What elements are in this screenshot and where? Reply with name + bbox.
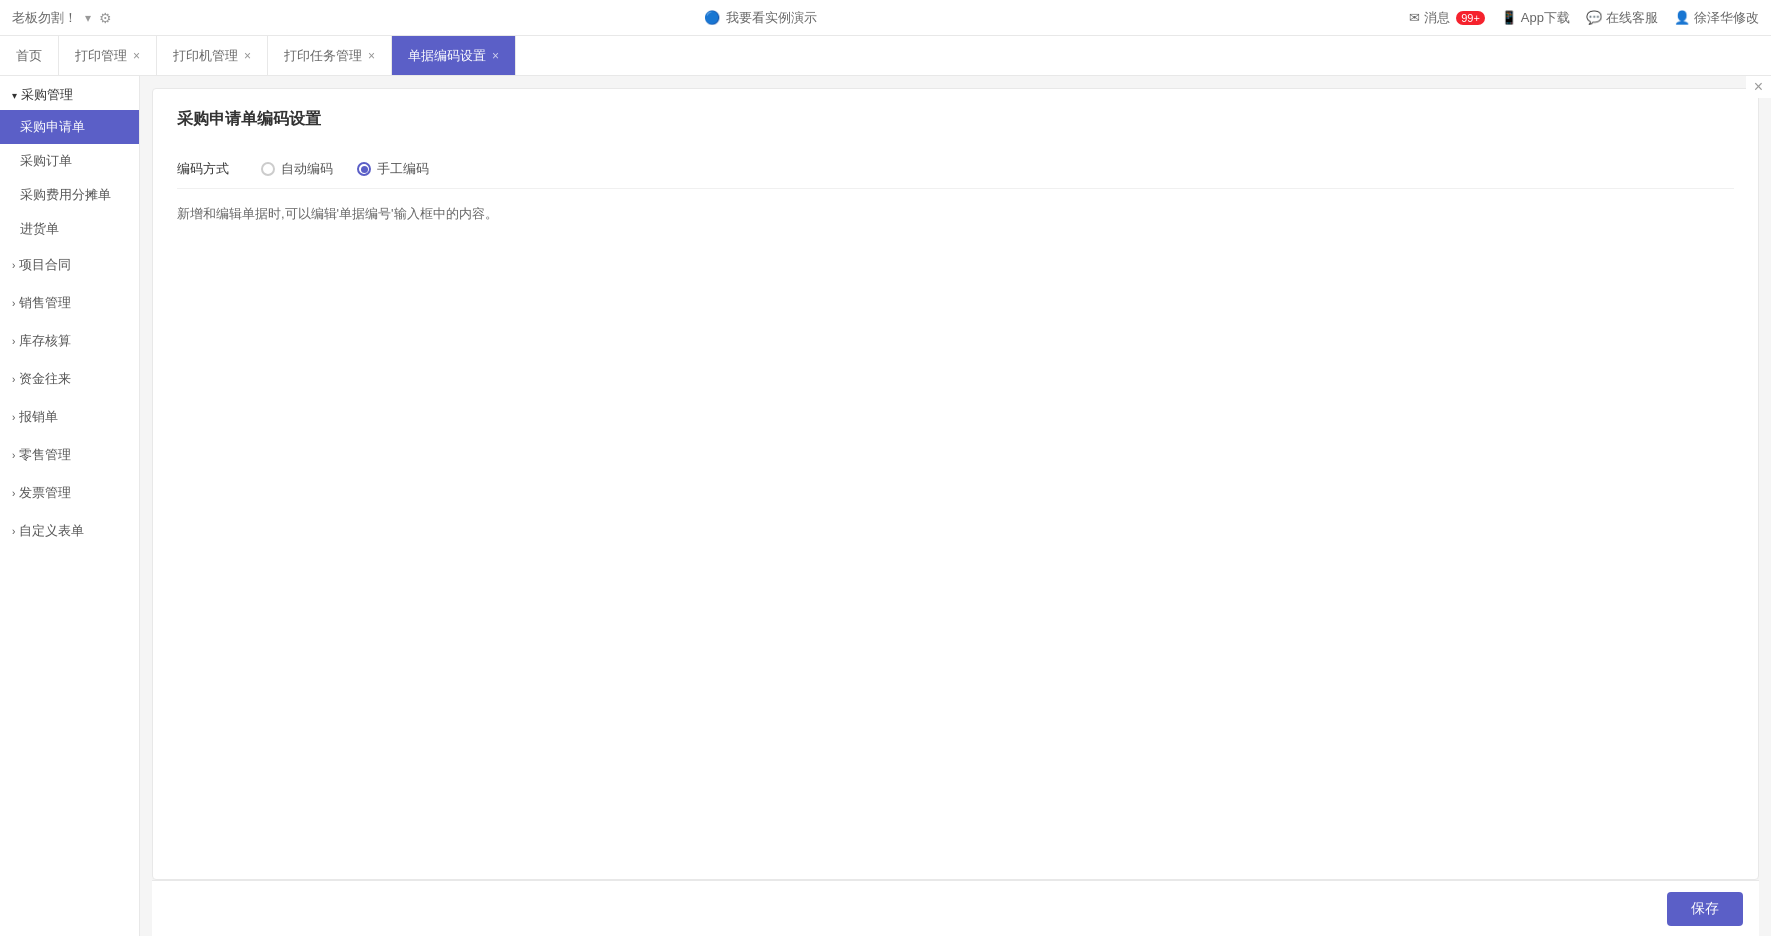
app-label: App下载 bbox=[1521, 9, 1570, 27]
page-title: 采购申请单编码设置 bbox=[177, 109, 1734, 130]
chevron-right-icon-capital: › bbox=[12, 374, 15, 385]
sidebar-group-custom-form[interactable]: › 自定义表单 bbox=[0, 512, 139, 550]
service-label: 在线客服 bbox=[1606, 9, 1658, 27]
sidebar-group-retail-label: 零售管理 bbox=[19, 446, 71, 464]
sidebar-group-purchase-label: 采购管理 bbox=[21, 86, 73, 104]
message-button[interactable]: ✉ 消息 99+ bbox=[1409, 9, 1485, 27]
sidebar-group-capital-label: 资金往来 bbox=[19, 370, 71, 388]
tab-home-label: 首页 bbox=[16, 47, 42, 65]
radio-auto-encoding[interactable]: 自动编码 bbox=[261, 160, 333, 178]
tab-print-management-label: 打印管理 bbox=[75, 47, 127, 65]
footer-bar: 保存 bbox=[152, 880, 1759, 936]
radio-manual-encoding[interactable]: 手工编码 bbox=[357, 160, 429, 178]
radio-auto-circle bbox=[261, 162, 275, 176]
username-label: 徐泽华修改 bbox=[1694, 9, 1759, 27]
sidebar-group-expense[interactable]: › 报销单 bbox=[0, 398, 139, 436]
dropdown-icon[interactable]: ▾ bbox=[85, 11, 91, 25]
sidebar-item-purchase-receipt-label: 进货单 bbox=[20, 220, 59, 238]
sidebar-item-purchase-request-label: 采购申请单 bbox=[20, 118, 85, 136]
sidebar-group-purchase-title[interactable]: ▾ 采购管理 bbox=[0, 76, 139, 110]
chevron-right-icon-sales: › bbox=[12, 298, 15, 309]
user-profile-button[interactable]: 👤 徐泽华修改 bbox=[1674, 9, 1759, 27]
tab-printer-management-close[interactable]: × bbox=[244, 49, 251, 63]
sidebar-group-expense-label: 报销单 bbox=[19, 408, 58, 426]
sidebar-group-retail[interactable]: › 零售管理 bbox=[0, 436, 139, 474]
online-service-button[interactable]: 💬 在线客服 bbox=[1586, 9, 1658, 27]
hint-text: 新增和编辑单据时,可以编辑'单据编号'输入框中的内容。 bbox=[177, 205, 1734, 223]
tab-print-management-close[interactable]: × bbox=[133, 49, 140, 63]
chevron-right-icon-invoice: › bbox=[12, 488, 15, 499]
sidebar-item-purchase-cost-label: 采购费用分摊单 bbox=[20, 186, 111, 204]
app-icon: 📱 bbox=[1501, 10, 1517, 25]
service-icon: 💬 bbox=[1586, 10, 1602, 25]
top-bar-right: ✉ 消息 99+ 📱 App下载 💬 在线客服 👤 徐泽华修改 bbox=[1409, 9, 1759, 27]
sidebar-group-inventory-label: 库存核算 bbox=[19, 332, 71, 350]
message-badge: 99+ bbox=[1456, 11, 1485, 25]
demo-link[interactable]: 我要看实例演示 bbox=[726, 9, 817, 27]
top-bar-left: 老板勿割！ ▾ ⚙ bbox=[12, 9, 112, 27]
sidebar-group-custom-form-label: 自定义表单 bbox=[19, 522, 84, 540]
chevron-down-icon: ▾ bbox=[12, 90, 17, 101]
sidebar-group-purchase: ▾ 采购管理 采购申请单 采购订单 采购费用分摊单 进货单 bbox=[0, 76, 139, 246]
close-panel-button[interactable]: × bbox=[1746, 76, 1771, 98]
sidebar-group-project-label: 项目合同 bbox=[19, 256, 71, 274]
sidebar-item-purchase-order[interactable]: 采购订单 bbox=[0, 144, 139, 178]
gear-icon[interactable]: ⚙ bbox=[99, 10, 112, 26]
tab-print-task[interactable]: 打印任务管理 × bbox=[268, 36, 392, 75]
sidebar-group-sales[interactable]: › 销售管理 bbox=[0, 284, 139, 322]
top-bar-center[interactable]: 🔵 我要看实例演示 bbox=[704, 9, 817, 27]
sidebar-group-inventory[interactable]: › 库存核算 bbox=[0, 322, 139, 360]
chevron-right-icon-inventory: › bbox=[12, 336, 15, 347]
chevron-right-icon-custom: › bbox=[12, 526, 15, 537]
sidebar-group-sales-label: 销售管理 bbox=[19, 294, 71, 312]
chevron-right-icon: › bbox=[12, 260, 15, 271]
user-avatar-icon: 👤 bbox=[1674, 10, 1690, 25]
tab-serial-setting-close[interactable]: × bbox=[492, 49, 499, 63]
encoding-label: 编码方式 bbox=[177, 160, 229, 178]
sidebar-group-capital[interactable]: › 资金往来 bbox=[0, 360, 139, 398]
tab-printer-management-label: 打印机管理 bbox=[173, 47, 238, 65]
sidebar-item-purchase-request[interactable]: 采购申请单 bbox=[0, 110, 139, 144]
sidebar-group-project[interactable]: › 项目合同 bbox=[0, 246, 139, 284]
content-inner: 采购申请单编码设置 编码方式 自动编码 手工编码 新增和编辑单据时,可以编辑'单… bbox=[152, 88, 1759, 880]
sidebar-item-purchase-receipt[interactable]: 进货单 bbox=[0, 212, 139, 246]
content-area: 采购申请单编码设置 编码方式 自动编码 手工编码 新增和编辑单据时,可以编辑'单… bbox=[140, 76, 1771, 936]
radio-manual-circle bbox=[357, 162, 371, 176]
radio-auto-label: 自动编码 bbox=[281, 160, 333, 178]
save-button[interactable]: 保存 bbox=[1667, 892, 1743, 926]
tab-print-management[interactable]: 打印管理 × bbox=[59, 36, 157, 75]
top-bar: 老板勿割！ ▾ ⚙ 🔵 我要看实例演示 ✉ 消息 99+ 📱 App下载 💬 在… bbox=[0, 0, 1771, 36]
sidebar-item-purchase-cost[interactable]: 采购费用分摊单 bbox=[0, 178, 139, 212]
main-layout: ▾ 采购管理 采购申请单 采购订单 采购费用分摊单 进货单 › 项目合同 › 销… bbox=[0, 76, 1771, 936]
sidebar-group-invoice-label: 发票管理 bbox=[19, 484, 71, 502]
tab-print-task-label: 打印任务管理 bbox=[284, 47, 362, 65]
app-download-button[interactable]: 📱 App下载 bbox=[1501, 9, 1570, 27]
message-label: 消息 bbox=[1424, 9, 1450, 27]
chevron-right-icon-expense: › bbox=[12, 412, 15, 423]
chevron-right-icon-retail: › bbox=[12, 450, 15, 461]
tab-serial-setting-label: 单据编码设置 bbox=[408, 47, 486, 65]
tab-home[interactable]: 首页 bbox=[0, 36, 59, 75]
encoding-row: 编码方式 自动编码 手工编码 bbox=[177, 150, 1734, 189]
message-icon: ✉ bbox=[1409, 10, 1420, 25]
tab-bar: 首页 打印管理 × 打印机管理 × 打印任务管理 × 单据编码设置 × bbox=[0, 36, 1771, 76]
sidebar: ▾ 采购管理 采购申请单 采购订单 采购费用分摊单 进货单 › 项目合同 › 销… bbox=[0, 76, 140, 936]
tab-printer-management[interactable]: 打印机管理 × bbox=[157, 36, 268, 75]
top-bar-logo-text: 老板勿割！ bbox=[12, 9, 77, 27]
sidebar-group-invoice[interactable]: › 发票管理 bbox=[0, 474, 139, 512]
tab-print-task-close[interactable]: × bbox=[368, 49, 375, 63]
tab-serial-setting[interactable]: 单据编码设置 × bbox=[392, 36, 516, 75]
radio-manual-label: 手工编码 bbox=[377, 160, 429, 178]
demo-icon: 🔵 bbox=[704, 10, 720, 25]
sidebar-item-purchase-order-label: 采购订单 bbox=[20, 152, 72, 170]
